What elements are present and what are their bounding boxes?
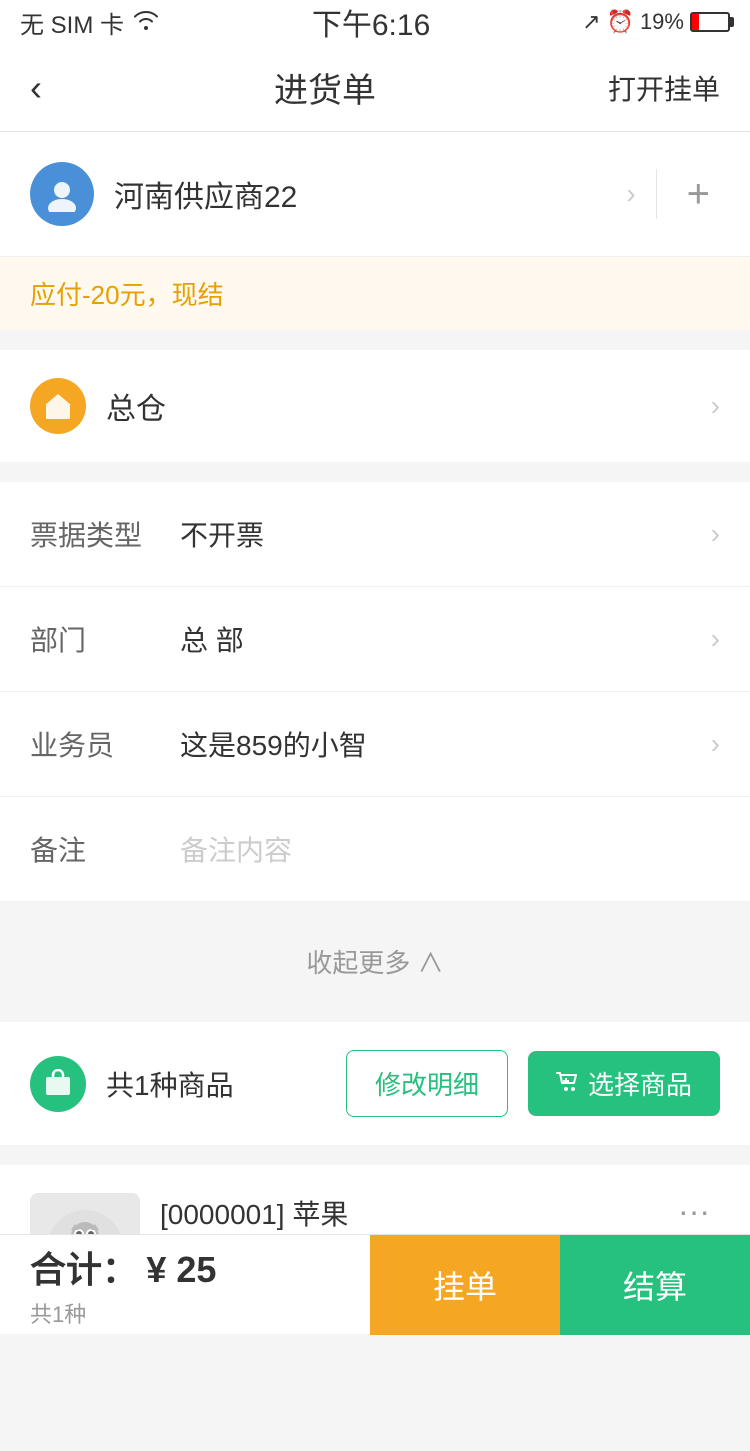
products-header: 共1种商品 修改明细 选择商品 xyxy=(0,1022,750,1145)
bottom-bar: 合计： ¥ 25 共1种 挂单 结算 xyxy=(0,1234,750,1334)
total-amount: ¥ 25 xyxy=(146,1249,216,1290)
select-product-label: 选择商品 xyxy=(588,1065,692,1102)
remark-input[interactable]: 备注内容 xyxy=(150,829,720,869)
invoice-type-value: 不开票 xyxy=(150,514,711,554)
invoice-type-chevron-icon: › xyxy=(711,518,720,550)
remark-row[interactable]: 备注 备注内容 xyxy=(0,797,750,901)
total-main: 合计： ¥ 25 xyxy=(30,1241,340,1293)
remark-label: 备注 xyxy=(30,829,150,869)
bottom-spacer xyxy=(0,1351,750,1451)
products-count: 共1种商品 xyxy=(106,1064,326,1104)
warehouse-chevron-icon: › xyxy=(711,390,720,422)
supplier-avatar xyxy=(30,162,94,226)
supplier-name[interactable]: 河南供应商22 xyxy=(114,172,626,216)
total-info: 合计： ¥ 25 共1种 xyxy=(0,1241,370,1329)
collapse-toggle[interactable]: 收起更多 ∧ xyxy=(0,921,750,1002)
warning-banner: 应付-20元，现结 xyxy=(0,257,750,330)
invoice-type-row[interactable]: 票据类型 不开票 › xyxy=(0,482,750,587)
warehouse-row[interactable]: 总仓 › xyxy=(0,350,750,462)
hang-button[interactable]: 挂单 xyxy=(370,1235,560,1335)
department-chevron-icon: › xyxy=(711,623,720,655)
supplier-chevron-icon: › xyxy=(626,178,635,210)
department-row[interactable]: 部门 总 部 › xyxy=(0,587,750,692)
status-bar: 无 SIM 卡 下午6:16 ↗ ⏰ 19% xyxy=(0,0,750,44)
salesperson-value: 这是859的小智 xyxy=(150,724,711,764)
total-label: 合计： xyxy=(30,1249,138,1290)
wifi-icon xyxy=(132,8,160,37)
time-display: 下午6:16 xyxy=(312,0,430,44)
alarm-icon: ⏰ xyxy=(607,9,634,35)
department-label: 部门 xyxy=(30,619,150,659)
back-button[interactable]: ‹ xyxy=(30,67,42,109)
edit-detail-button[interactable]: 修改明细 xyxy=(346,1050,508,1117)
status-left: 无 SIM 卡 xyxy=(20,5,160,40)
status-right: ↗ ⏰ 19% xyxy=(582,9,730,35)
select-product-button[interactable]: 选择商品 xyxy=(528,1051,720,1116)
warehouse-icon xyxy=(30,378,86,434)
department-value: 总 部 xyxy=(150,619,711,659)
products-icon xyxy=(30,1056,86,1112)
product-title: 苹果 xyxy=(292,1199,348,1230)
vertical-divider xyxy=(656,169,657,219)
more-options-button[interactable]: ··· xyxy=(668,1193,720,1230)
add-button[interactable]: + xyxy=(677,172,720,217)
warehouse-name: 总仓 xyxy=(106,384,711,428)
invoice-type-label: 票据类型 xyxy=(30,514,150,554)
salesperson-row[interactable]: 业务员 这是859的小智 › xyxy=(0,692,750,797)
supplier-section: 河南供应商22 › + 应付-20元，现结 xyxy=(0,132,750,330)
battery-icon xyxy=(690,12,730,32)
product-name: [0000001] 苹果 xyxy=(160,1193,648,1233)
salesperson-chevron-icon: › xyxy=(711,728,720,760)
open-pending-button[interactable]: 打开挂单 xyxy=(608,68,720,108)
salesperson-label: 业务员 xyxy=(30,724,150,764)
total-count: 共1种 xyxy=(30,1297,340,1329)
checkout-button[interactable]: 结算 xyxy=(560,1235,750,1335)
location-icon: ↗ xyxy=(582,9,600,35)
product-id: [0000001] xyxy=(160,1199,285,1230)
form-fields: 票据类型 不开票 › 部门 总 部 › 业务员 这是859的小智 › 备注 备注… xyxy=(0,482,750,901)
cart-icon xyxy=(556,1068,580,1099)
battery-percent: 19% xyxy=(640,9,684,35)
page-title: 进货单 xyxy=(274,63,376,112)
supplier-row: 河南供应商22 › + xyxy=(0,132,750,257)
carrier-text: 无 SIM 卡 xyxy=(20,5,124,40)
nav-bar: ‹ 进货单 打开挂单 xyxy=(0,44,750,132)
